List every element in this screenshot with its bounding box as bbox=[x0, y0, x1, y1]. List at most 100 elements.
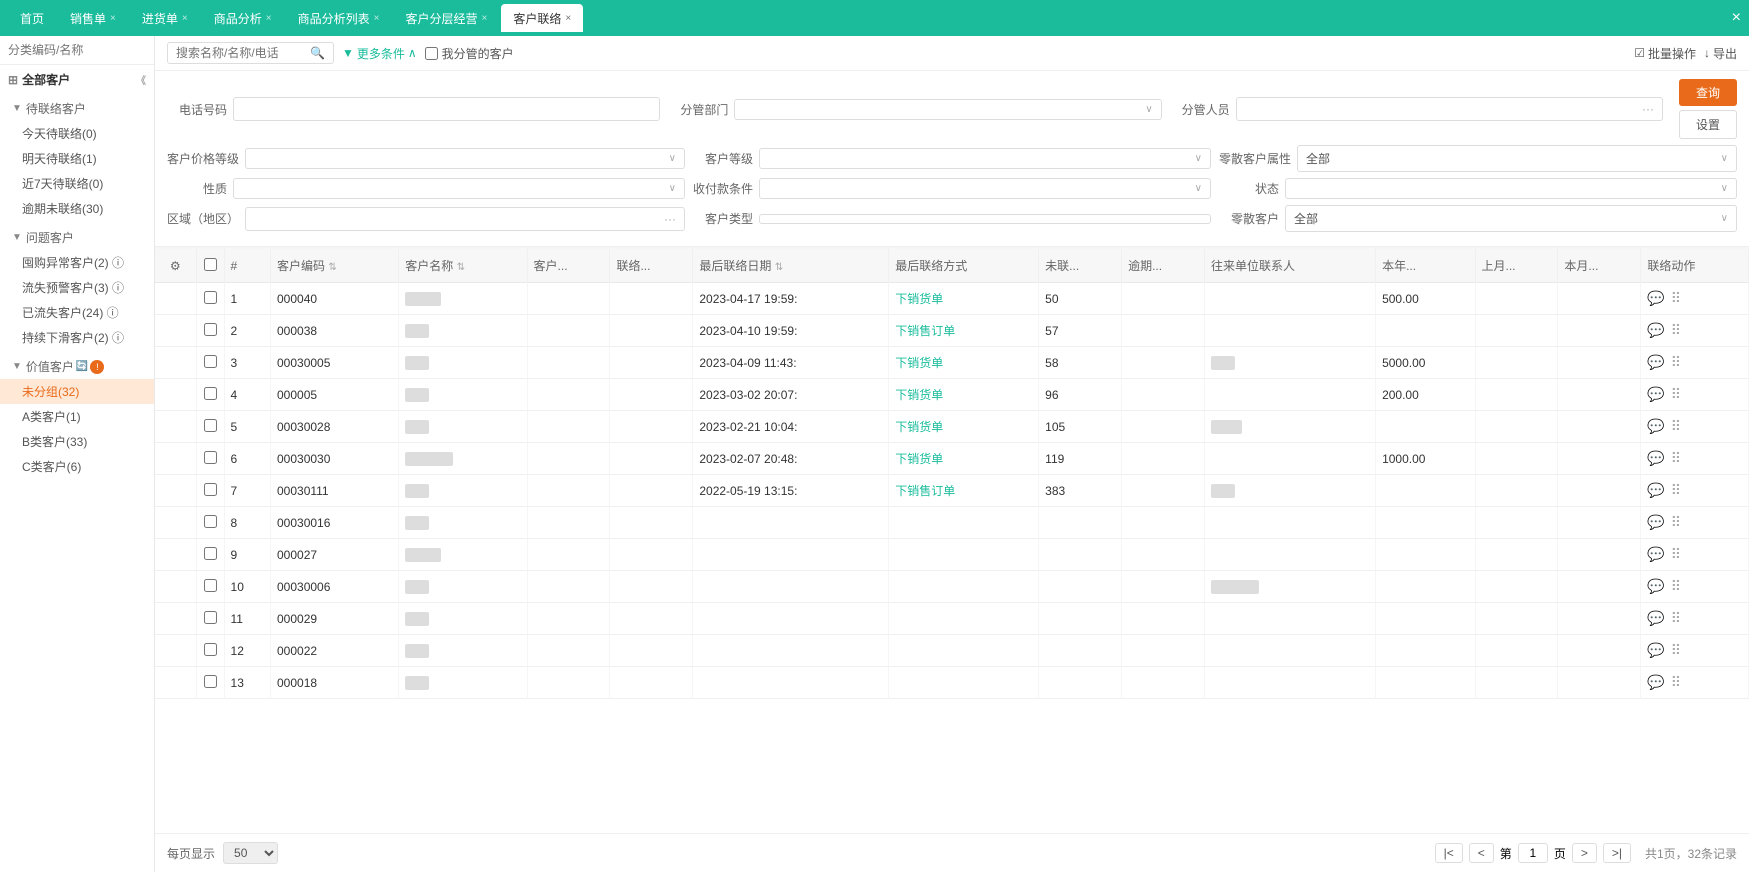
date-sort-icon[interactable]: ⇅ bbox=[775, 262, 783, 273]
chat-icon[interactable]: 💬 bbox=[1647, 418, 1664, 435]
zero-customer-select[interactable]: 全部 ∨ bbox=[1285, 205, 1737, 232]
row-checkbox[interactable] bbox=[204, 483, 217, 496]
query-button[interactable]: 查询 bbox=[1679, 79, 1737, 106]
sidebar-item-today-pending[interactable]: 今天待联络(0) bbox=[0, 121, 154, 146]
dept-select[interactable]: ∨ bbox=[734, 99, 1161, 120]
more-conditions-button[interactable]: ▼ 更多条件 ∧ bbox=[342, 45, 417, 62]
table-cell[interactable]: 下销货单 bbox=[889, 347, 1039, 379]
contact-method-link[interactable]: 下销货单 bbox=[895, 356, 943, 370]
th-checkbox[interactable] bbox=[196, 249, 224, 283]
table-cell[interactable] bbox=[889, 539, 1039, 571]
sidebar-item-ungroup[interactable]: 未分组(32) bbox=[0, 379, 154, 404]
page-number-input[interactable] bbox=[1518, 843, 1548, 863]
first-page-button[interactable]: |< bbox=[1435, 843, 1463, 863]
next-page-button[interactable]: > bbox=[1572, 843, 1597, 863]
chat-icon[interactable]: 💬 bbox=[1647, 450, 1664, 467]
row-checkbox[interactable] bbox=[204, 323, 217, 336]
sidebar-item-hoard-abnormal[interactable]: 囤购异常客户(2) ⓘ bbox=[0, 250, 154, 275]
person-select[interactable]: ··· bbox=[1236, 97, 1663, 121]
filter-search-input[interactable] bbox=[176, 46, 306, 60]
qr-icon[interactable]: ⠿ bbox=[1671, 290, 1681, 307]
qr-icon[interactable]: ⠿ bbox=[1671, 546, 1681, 563]
sidebar-search-bar[interactable]: 🔍 bbox=[0, 36, 154, 65]
prev-page-button[interactable]: < bbox=[1469, 843, 1494, 863]
nature-select[interactable]: ∨ bbox=[233, 178, 685, 199]
qr-icon[interactable]: ⠿ bbox=[1671, 674, 1681, 691]
all-customers-header[interactable]: ⊞ 全部客户 《 bbox=[0, 65, 154, 94]
table-cell[interactable]: 下销货单 bbox=[889, 411, 1039, 443]
phone-input[interactable] bbox=[233, 97, 660, 121]
table-cell[interactable] bbox=[889, 507, 1039, 539]
tab-home[interactable]: 首页 bbox=[8, 4, 56, 32]
chat-icon[interactable]: 💬 bbox=[1647, 354, 1664, 371]
chat-icon[interactable]: 💬 bbox=[1647, 642, 1664, 659]
chat-icon[interactable]: 💬 bbox=[1647, 482, 1664, 499]
close-product-analysis-icon[interactable]: × bbox=[266, 13, 272, 24]
zero-attr-select[interactable]: 全部 ∨ bbox=[1297, 145, 1737, 172]
tab-purchase[interactable]: 进货单 × bbox=[130, 4, 200, 32]
table-cell[interactable]: 下销售订单 bbox=[889, 315, 1039, 347]
status-select[interactable]: ∨ bbox=[1285, 178, 1737, 199]
my-customers-check[interactable] bbox=[425, 47, 438, 60]
chat-icon[interactable]: 💬 bbox=[1647, 290, 1664, 307]
export-button[interactable]: ↓ 导出 bbox=[1704, 45, 1737, 62]
qr-icon[interactable]: ⠿ bbox=[1671, 418, 1681, 435]
contact-method-link[interactable]: 下销货单 bbox=[895, 452, 943, 466]
code-sort-icon[interactable]: ⇅ bbox=[328, 262, 336, 273]
sidebar-item-a-class[interactable]: A类客户(1) bbox=[0, 404, 154, 429]
contact-method-link[interactable]: 下销货单 bbox=[895, 420, 943, 434]
th-name[interactable]: 客户名称 ⇅ bbox=[399, 249, 527, 283]
table-cell[interactable]: 下销货单 bbox=[889, 379, 1039, 411]
chat-icon[interactable]: 💬 bbox=[1647, 514, 1664, 531]
th-last-contact-date[interactable]: 最后联络日期 ⇅ bbox=[693, 249, 889, 283]
chat-icon[interactable]: 💬 bbox=[1647, 610, 1664, 627]
problem-group-title[interactable]: ▼ 问题客户 bbox=[0, 225, 154, 250]
tab-product-analysis-list[interactable]: 商品分析列表 × bbox=[286, 4, 392, 32]
table-cell[interactable] bbox=[889, 571, 1039, 603]
chat-icon[interactable]: 💬 bbox=[1647, 546, 1664, 563]
row-checkbox[interactable] bbox=[204, 387, 217, 400]
row-checkbox[interactable] bbox=[204, 579, 217, 592]
sidebar-item-c-class[interactable]: C类客户(6) bbox=[0, 454, 154, 479]
contact-method-link[interactable]: 下销货单 bbox=[895, 292, 943, 306]
close-sales-icon[interactable]: × bbox=[110, 13, 116, 24]
qr-icon[interactable]: ⠿ bbox=[1671, 514, 1681, 531]
reset-button[interactable]: 设置 bbox=[1679, 110, 1737, 139]
row-checkbox[interactable] bbox=[204, 355, 217, 368]
sidebar-item-overdue-pending[interactable]: 逾期未联络(30) bbox=[0, 196, 154, 221]
th-settings[interactable]: ⚙ bbox=[155, 249, 196, 283]
contact-method-link[interactable]: 下销售订单 bbox=[895, 324, 955, 338]
table-cell[interactable]: 下销货单 bbox=[889, 283, 1039, 315]
qr-icon[interactable]: ⠿ bbox=[1671, 578, 1681, 595]
select-all-checkbox[interactable] bbox=[204, 258, 217, 271]
sidebar-item-week-pending[interactable]: 近7天待联络(0) bbox=[0, 171, 154, 196]
qr-icon[interactable]: ⠿ bbox=[1671, 386, 1681, 403]
close-customer-contact-icon[interactable]: × bbox=[565, 13, 571, 24]
tab-customer-segment[interactable]: 客户分层经营 × bbox=[393, 4, 499, 32]
price-level-select[interactable]: ∨ bbox=[245, 148, 685, 169]
row-checkbox[interactable] bbox=[204, 675, 217, 688]
contact-method-link[interactable]: 下销售订单 bbox=[895, 484, 955, 498]
table-cell[interactable] bbox=[889, 635, 1039, 667]
qr-icon[interactable]: ⠿ bbox=[1671, 354, 1681, 371]
row-checkbox[interactable] bbox=[204, 515, 217, 528]
table-cell[interactable] bbox=[889, 603, 1039, 635]
qr-icon[interactable]: ⠿ bbox=[1671, 482, 1681, 499]
row-checkbox[interactable] bbox=[204, 419, 217, 432]
customer-level-select[interactable]: ∨ bbox=[759, 148, 1211, 169]
sidebar-item-tomorrow-pending[interactable]: 明天待联络(1) bbox=[0, 146, 154, 171]
qr-icon[interactable]: ⠿ bbox=[1671, 322, 1681, 339]
sidebar-item-b-class[interactable]: B类客户(33) bbox=[0, 429, 154, 454]
page-size-select[interactable]: 50 20 100 bbox=[223, 842, 278, 864]
sidebar-item-churn-warning[interactable]: 流失预警客户(3) ⓘ bbox=[0, 275, 154, 300]
sidebar-item-churned[interactable]: 已流失客户(24) ⓘ bbox=[0, 300, 154, 325]
region-more-icon[interactable]: ··· bbox=[664, 212, 676, 226]
tab-product-analysis[interactable]: 商品分析 × bbox=[202, 4, 284, 32]
row-checkbox[interactable] bbox=[204, 643, 217, 656]
value-group-title[interactable]: ▼ 价值客户 🔄 ! bbox=[0, 354, 154, 379]
tab-customer-contact[interactable]: 客户联络 × bbox=[501, 4, 583, 32]
sidebar-item-declining[interactable]: 持续下滑客户(2) ⓘ bbox=[0, 325, 154, 350]
chat-icon[interactable]: 💬 bbox=[1647, 322, 1664, 339]
person-more-icon[interactable]: ··· bbox=[1642, 102, 1654, 116]
qr-icon[interactable]: ⠿ bbox=[1671, 610, 1681, 627]
